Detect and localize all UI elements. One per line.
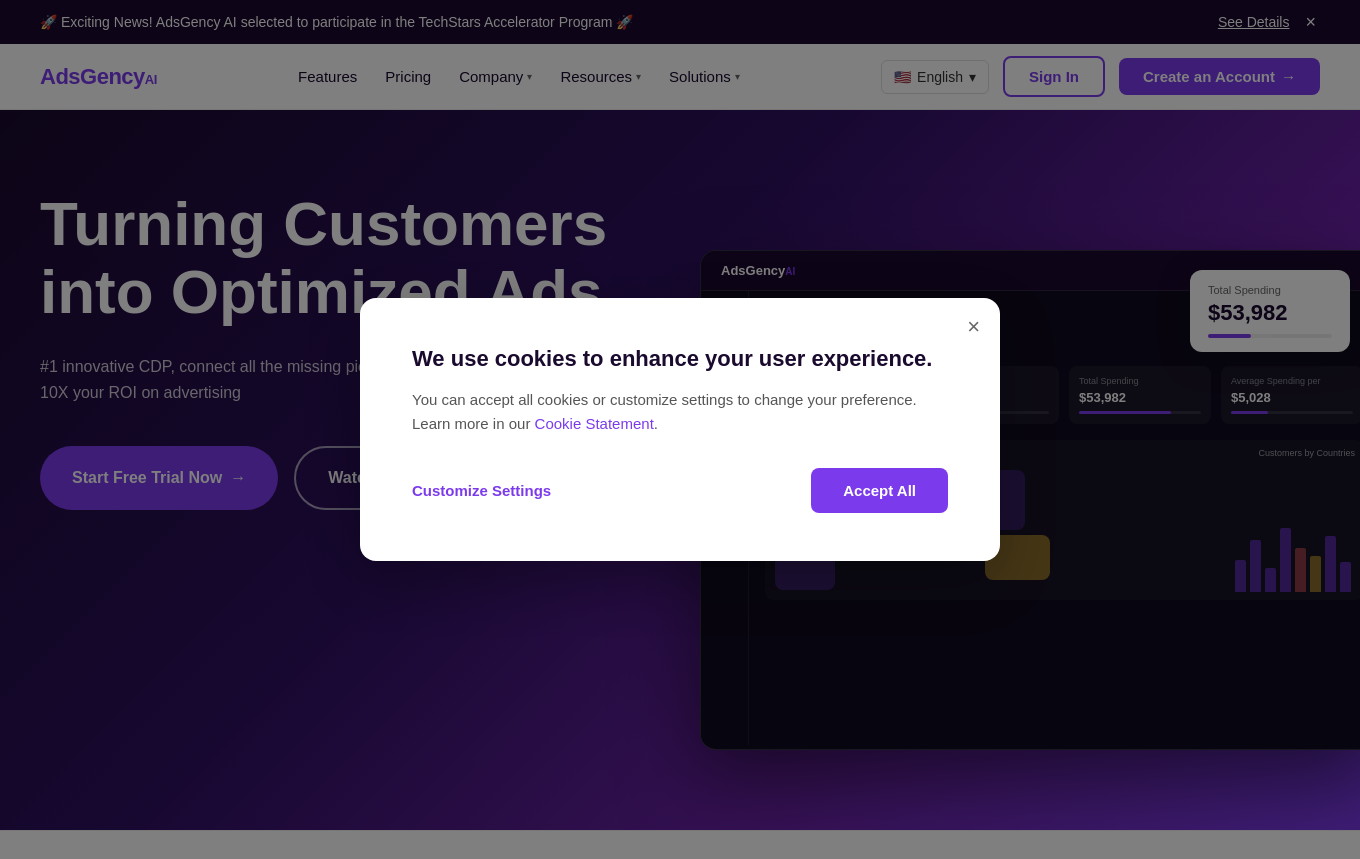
- cookie-statement-link[interactable]: Cookie Statement: [535, 415, 654, 432]
- accept-all-button[interactable]: Accept All: [811, 468, 948, 513]
- cookie-modal-overlay: × We use cookies to enhance your user ex…: [0, 0, 1360, 859]
- modal-close-button[interactable]: ×: [967, 314, 980, 340]
- modal-buttons: Customize Settings Accept All: [412, 468, 948, 513]
- modal-body: You can accept all cookies or customize …: [412, 388, 948, 436]
- cookie-modal: × We use cookies to enhance your user ex…: [360, 298, 1000, 561]
- modal-headline: We use cookies to enhance your user expe…: [412, 346, 948, 372]
- customize-settings-button[interactable]: Customize Settings: [412, 482, 551, 499]
